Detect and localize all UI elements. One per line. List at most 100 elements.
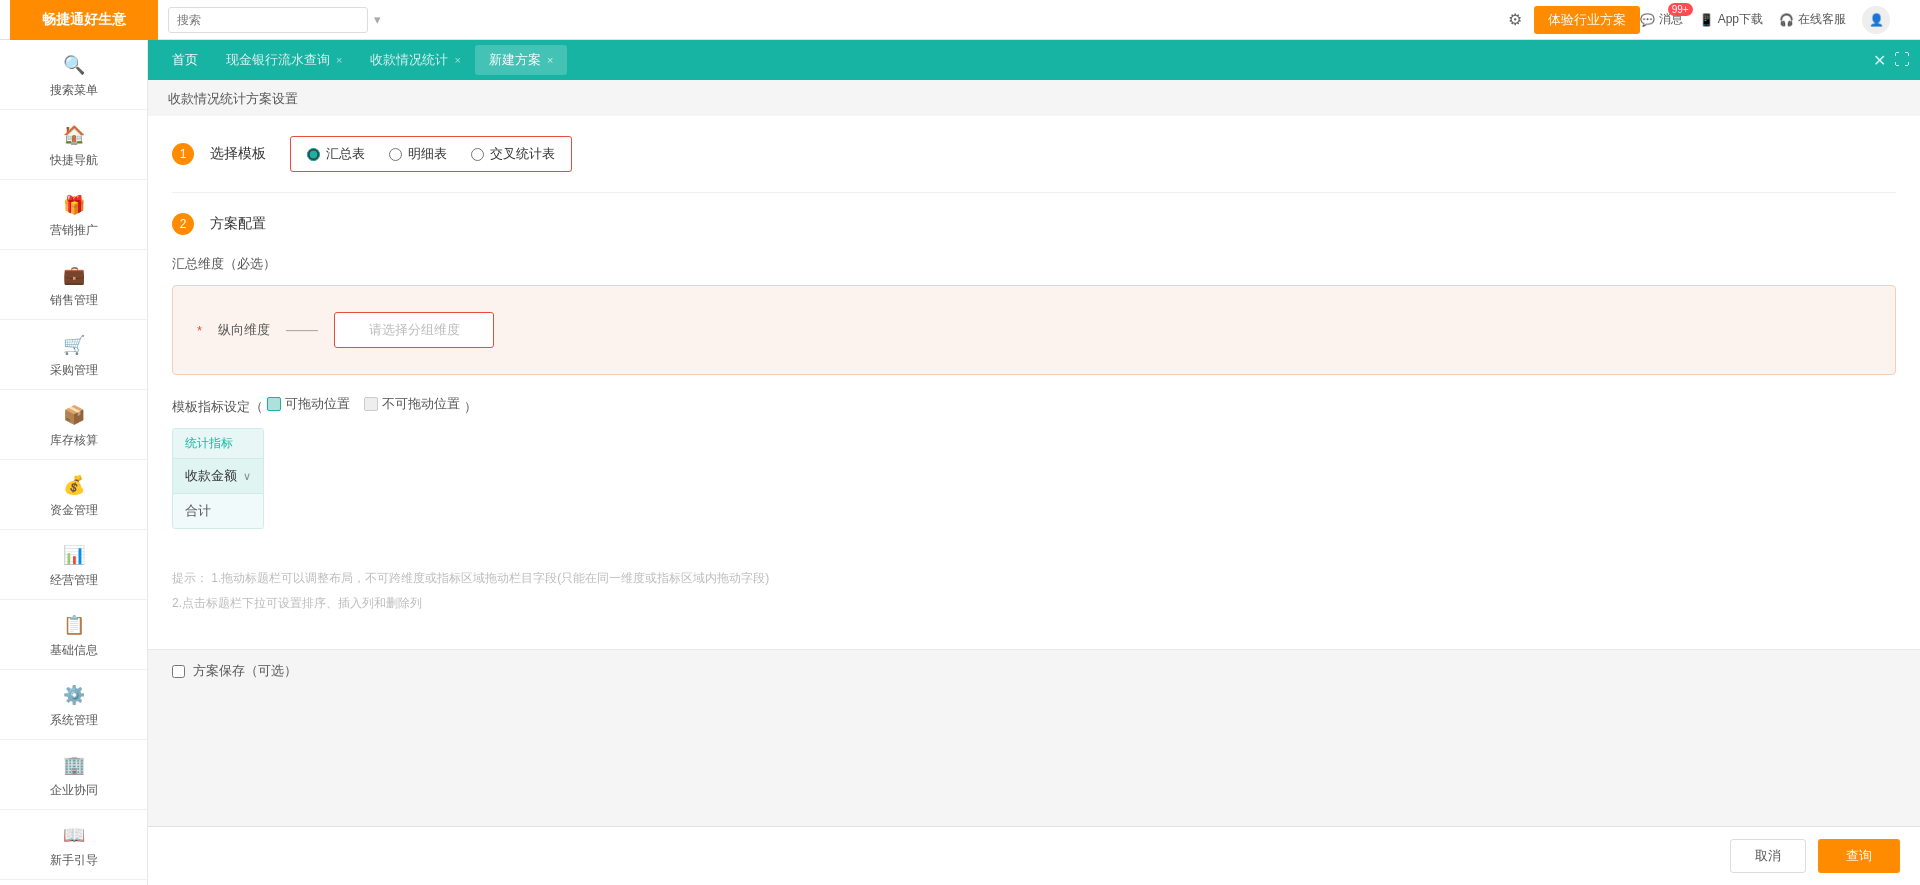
metrics-subtotal: 合计 [173,493,263,528]
search-input[interactable] [168,7,368,33]
search-icon: 🔍 [63,54,85,76]
step1-label: 选择模板 [210,145,266,163]
sidebar-item-label: 快捷导航 [50,152,98,169]
legend-draggable: 可拖动位置 [267,395,350,413]
sidebar-item-search[interactable]: 🔍 搜索菜单 [0,40,147,110]
gear-icon[interactable]: ⚙ [1508,10,1522,29]
radio-detail[interactable]: 明细表 [389,145,447,163]
page-content: 收款情况统计方案设置 1 选择模板 汇总表 明细表 [148,80,1920,826]
system-icon: ⚙️ [63,684,85,706]
tab-receipts[interactable]: 收款情况统计 × [356,45,474,75]
metrics-tag-dropdown-icon[interactable]: ∨ [243,470,251,483]
step2-row: 2 方案配置 [172,213,1896,235]
message-button[interactable]: 💬 消息 99+ [1640,11,1683,28]
home-icon: 🏠 [63,124,85,146]
support-button[interactable]: 🎧 在线客服 [1779,11,1846,28]
tab-cashflow-close-icon[interactable]: × [336,54,342,66]
fixed-legend-label: 不可拖动位置 [382,395,460,413]
cancel-button[interactable]: 取消 [1730,839,1806,873]
step2-badge: 2 [172,213,194,235]
sidebar-item-label: 企业协同 [50,782,98,799]
sidebar-item-label: 搜索菜单 [50,82,98,99]
message-badge: 99+ [1668,3,1693,16]
radio-cross-input[interactable] [471,148,484,161]
sidebar-item-inventory[interactable]: 📦 库存核算 [0,390,147,460]
download-label: App下载 [1718,11,1763,28]
radio-detail-label: 明细表 [408,145,447,163]
download-icon: 📱 [1699,13,1714,27]
tab-cashflow[interactable]: 现金银行流水查询 × [212,45,356,75]
guide-icon: 📖 [63,824,85,846]
sidebar-item-system[interactable]: ⚙️ 系统管理 [0,670,147,740]
inventory-icon: 📦 [63,404,85,426]
form-section: 1 选择模板 汇总表 明细表 交叉统计表 [148,116,1920,649]
user-avatar[interactable]: 👤 [1862,6,1890,34]
step1-badge: 1 [172,143,194,165]
fixed-legend-box [364,397,378,411]
top-icons: 💬 消息 99+ 📱 App下载 🎧 在线客服 👤 [1640,6,1910,34]
tip-1: 提示： 1.拖动标题栏可以调整布局，不可跨维度或指标区域拖动栏目字段(只能在同一… [172,569,1896,588]
radio-summary[interactable]: 汇总表 [307,145,365,163]
sidebar-item-basicinfo[interactable]: 📋 基础信息 [0,600,147,670]
download-button[interactable]: 📱 App下载 [1699,11,1763,28]
tab-receipts-close-icon[interactable]: × [454,54,460,66]
step2-section: 2 方案配置 汇总维度（必选） * 纵向维度 —— 请选择分组维度 [172,192,1896,629]
dim-row: * 纵向维度 —— 请选择分组维度 [197,312,1871,348]
tab-home[interactable]: 首页 [158,45,212,75]
sidebar-item-label: 基础信息 [50,642,98,659]
step1-row: 1 选择模板 汇总表 明细表 交叉统计表 [172,136,1896,172]
industry-button[interactable]: 体验行业方案 [1534,6,1640,34]
query-button[interactable]: 查询 [1818,839,1900,873]
metrics-tag-label: 收款金额 [185,467,237,485]
save-checkbox[interactable] [172,665,185,678]
tab-bar: 首页 现金银行流水查询 × 收款情况统计 × 新建方案 × ✕ ⛶ [148,40,1920,80]
sidebar-item-marketing[interactable]: 🎁 营销推广 [0,180,147,250]
metrics-section: 模板指标设定（ 可拖动位置 不可拖动位置 ） [172,395,1896,529]
sidebar-item-guide[interactable]: 📖 新手引导 [0,810,147,880]
metrics-header: 模板指标设定（ 可拖动位置 不可拖动位置 ） [172,395,1896,416]
sidebar-item-enterprise[interactable]: 🏢 企业协同 [0,740,147,810]
sidebar-item-finance[interactable]: 💰 资金管理 [0,460,147,530]
draggable-legend-label: 可拖动位置 [285,395,350,413]
sidebar: 🔍 搜索菜单 🏠 快捷导航 🎁 营销推广 💼 销售管理 🛒 采购管理 📦 库存核… [0,40,148,885]
sidebar-item-quicknav[interactable]: 🏠 快捷导航 [0,110,147,180]
bottom-bar: 取消 查询 [148,826,1920,885]
operations-icon: 📊 [63,544,85,566]
purchase-icon: 🛒 [63,334,85,356]
sidebar-item-label: 采购管理 [50,362,98,379]
sidebar-item-operations[interactable]: 📊 经营管理 [0,530,147,600]
radio-summary-input[interactable] [307,148,320,161]
summary-dim-title: 汇总维度（必选） [172,255,1896,273]
metrics-tag[interactable]: 收款金额 ∨ [173,459,263,493]
radio-detail-input[interactable] [389,148,402,161]
dim-placeholder[interactable]: 请选择分组维度 [334,312,494,348]
radio-summary-label: 汇总表 [326,145,365,163]
metrics-group-label: 统计指标 [173,429,263,459]
logo: 畅捷通好生意 [10,0,158,40]
sales-icon: 💼 [63,264,85,286]
sidebar-item-label: 营销推广 [50,222,98,239]
page-header: 收款情况统计方案设置 [148,80,1920,116]
save-section: 方案保存（可选） [148,649,1920,692]
tab-receipts-label: 收款情况统计 [370,51,448,69]
search-dropdown-icon[interactable]: ▾ [374,12,381,27]
sidebar-item-hardware[interactable]: 🖥️ 智能硬件 [0,880,147,885]
top-bar: 畅捷通好生意 ▾ ⚙ 体验行业方案 💬 消息 99+ 📱 App下载 🎧 在线客… [0,0,1920,40]
tab-newplan[interactable]: 新建方案 × [475,45,567,75]
gift-icon: 🎁 [63,194,85,216]
finance-icon: 💰 [63,474,85,496]
tab-home-label: 首页 [172,51,198,69]
save-label: 方案保存（可选） [193,662,297,680]
draggable-legend-box [267,397,281,411]
support-icon: 🎧 [1779,13,1794,27]
tab-newplan-close-icon[interactable]: × [547,54,553,66]
sidebar-item-purchase[interactable]: 🛒 采购管理 [0,320,147,390]
radio-cross[interactable]: 交叉统计表 [471,145,555,163]
tab-close-all-icon[interactable]: ✕ [1873,51,1886,70]
sidebar-item-label: 库存核算 [50,432,98,449]
metrics-header-text: 模板指标设定（ 可拖动位置 不可拖动位置 ） [172,395,477,416]
sidebar-item-sales[interactable]: 💼 销售管理 [0,250,147,320]
support-label: 在线客服 [1798,11,1846,28]
tab-maximize-icon[interactable]: ⛶ [1894,51,1910,69]
step2-label: 方案配置 [210,215,266,233]
